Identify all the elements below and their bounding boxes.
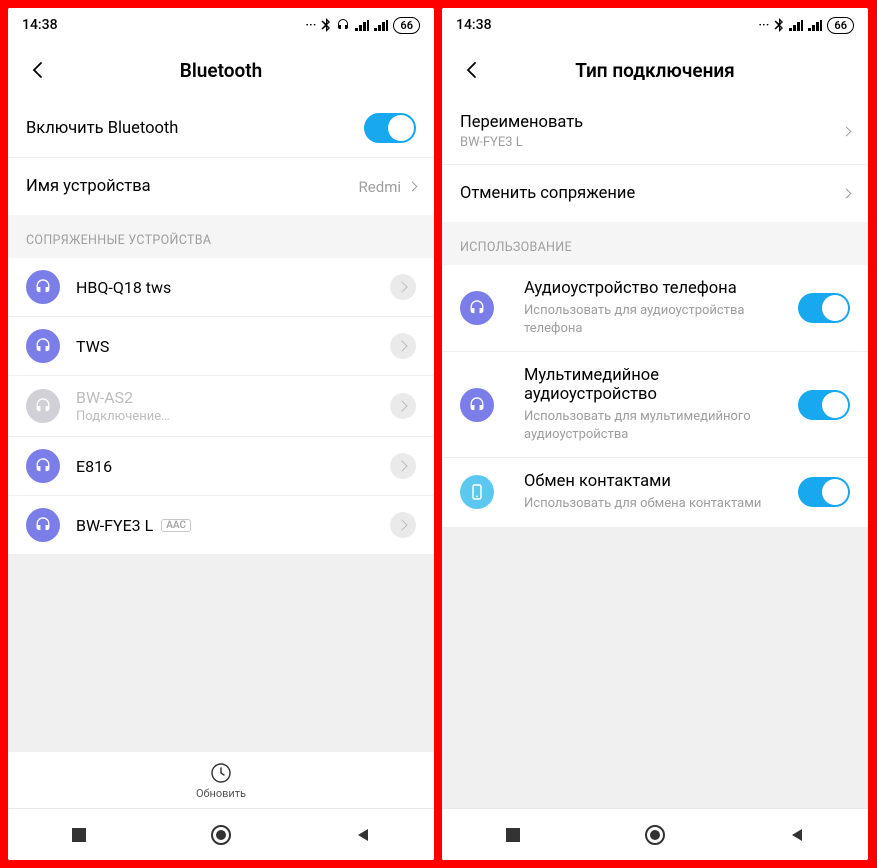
battery-indicator: 66 [393,17,420,34]
signal-icon-1 [355,20,369,31]
usage-title: Аудиоустройство телефона [524,279,784,298]
paired-device-row[interactable]: HBQ-Q18 tws [8,258,434,316]
headset-icon [26,270,60,304]
signal-icon-1 [789,20,803,31]
more-icon: ··· [305,18,316,33]
paired-device-row[interactable]: BW-FYE3 L AAC [8,495,434,554]
back-button[interactable] [452,50,492,90]
signal-icon-2 [374,20,388,31]
usage-caption: ИСПОЛЬЗОВАНИЕ [442,222,868,265]
usage-sub: Использовать для аудиоустройства телефон… [524,302,784,337]
device-name-value: Redmi [359,178,401,196]
usage-title: Обмен контактами [524,472,784,491]
device-name-row[interactable]: Имя устройства Redmi [8,157,434,215]
chevron-right-icon [409,183,416,190]
device-details-button[interactable] [390,333,416,359]
rename-value: BW-FYE3 L [460,135,843,150]
device-name: BW-FYE3 L [76,516,153,535]
device-status: Подключение… [76,409,390,424]
bluetooth-icon [321,18,331,32]
nav-header: Bluetooth [8,42,434,98]
chevron-right-icon [843,128,850,135]
headset-icon [336,18,350,32]
bluetooth-icon [774,18,784,32]
headset-icon [26,508,60,542]
system-nav-bar [8,808,434,860]
headset-icon [26,389,60,423]
usage-title: Мультимедийное аудиоустройство [524,366,784,404]
page-title: Bluetooth [8,59,434,82]
paired-device-row[interactable]: E816 [8,436,434,495]
status-icons: ··· 66 [758,17,854,34]
refresh-label: Обновить [8,787,434,800]
device-details-button[interactable] [390,274,416,300]
chevron-right-icon [843,190,850,197]
nav-recent-button[interactable] [49,827,109,843]
battery-indicator: 66 [827,17,854,34]
phone-left: 14:38 ··· 66 Bluetooth Включить Bluetoot… [8,8,434,860]
back-button[interactable] [18,50,58,90]
usage-toggle[interactable] [798,293,850,323]
signal-icon-2 [808,20,822,31]
nav-home-button[interactable] [625,824,685,846]
unpair-row[interactable]: Отменить сопряжение [442,164,868,222]
page-title: Тип подключения [442,59,868,82]
system-nav-bar [442,808,868,860]
headset-icon [26,449,60,483]
paired-device-row[interactable]: BW-AS2 Подключение… [8,375,434,436]
chevron-left-icon [462,60,482,80]
bluetooth-toggle[interactable] [364,113,416,143]
usage-row-contacts[interactable]: Обмен контактами Использовать для обмена… [442,457,868,527]
more-icon: ··· [758,18,769,33]
device-name: TWS [76,337,390,356]
chevron-left-icon [28,60,48,80]
device-name-label: Имя устройства [26,177,359,196]
headset-icon [26,329,60,363]
nav-home-button[interactable] [191,824,251,846]
status-bar: 14:38 ··· 66 [8,8,434,42]
codec-badge: AAC [161,519,191,532]
device-details-button[interactable] [390,512,416,538]
nav-back-button[interactable] [767,827,827,843]
rename-label: Переименовать [460,113,843,132]
usage-row-phone-audio[interactable]: Аудиоустройство телефона Использовать дл… [442,265,868,351]
usage-sub: Использовать для обмена контактами [524,495,784,513]
usage-sub: Использовать для мультимедийного аудиоус… [524,408,784,443]
device-details-button[interactable] [390,453,416,479]
status-time: 14:38 [456,17,492,33]
device-name: BW-AS2 [76,388,390,407]
rename-row[interactable]: Переименовать BW-FYE3 L [442,98,868,164]
status-bar: 14:38 ··· 66 [442,8,868,42]
usage-toggle[interactable] [798,390,850,420]
refresh-button[interactable]: Обновить [8,752,434,808]
headset-icon [460,291,494,325]
device-name: E816 [76,457,390,476]
usage-toggle[interactable] [798,477,850,507]
status-icons: ··· 66 [305,17,420,34]
paired-devices-caption: СОПРЯЖЕННЫЕ УСТРОЙСТВА [8,215,434,258]
nav-recent-button[interactable] [483,827,543,843]
clock-icon [210,762,232,784]
unpair-label: Отменить сопряжение [460,184,843,203]
enable-bluetooth-row[interactable]: Включить Bluetooth [8,98,434,157]
enable-bluetooth-label: Включить Bluetooth [26,119,364,138]
phone-icon [460,475,494,509]
headset-icon [460,388,494,422]
phone-right: 14:38 ··· 66 Тип подключения Переименова… [442,8,868,860]
device-details-button[interactable] [390,393,416,419]
nav-header: Тип подключения [442,42,868,98]
paired-device-row[interactable]: TWS [8,316,434,375]
status-time: 14:38 [22,17,58,33]
nav-back-button[interactable] [333,827,393,843]
usage-row-media-audio[interactable]: Мультимедийное аудиоустройство Использов… [442,351,868,457]
device-name: HBQ-Q18 tws [76,278,390,297]
